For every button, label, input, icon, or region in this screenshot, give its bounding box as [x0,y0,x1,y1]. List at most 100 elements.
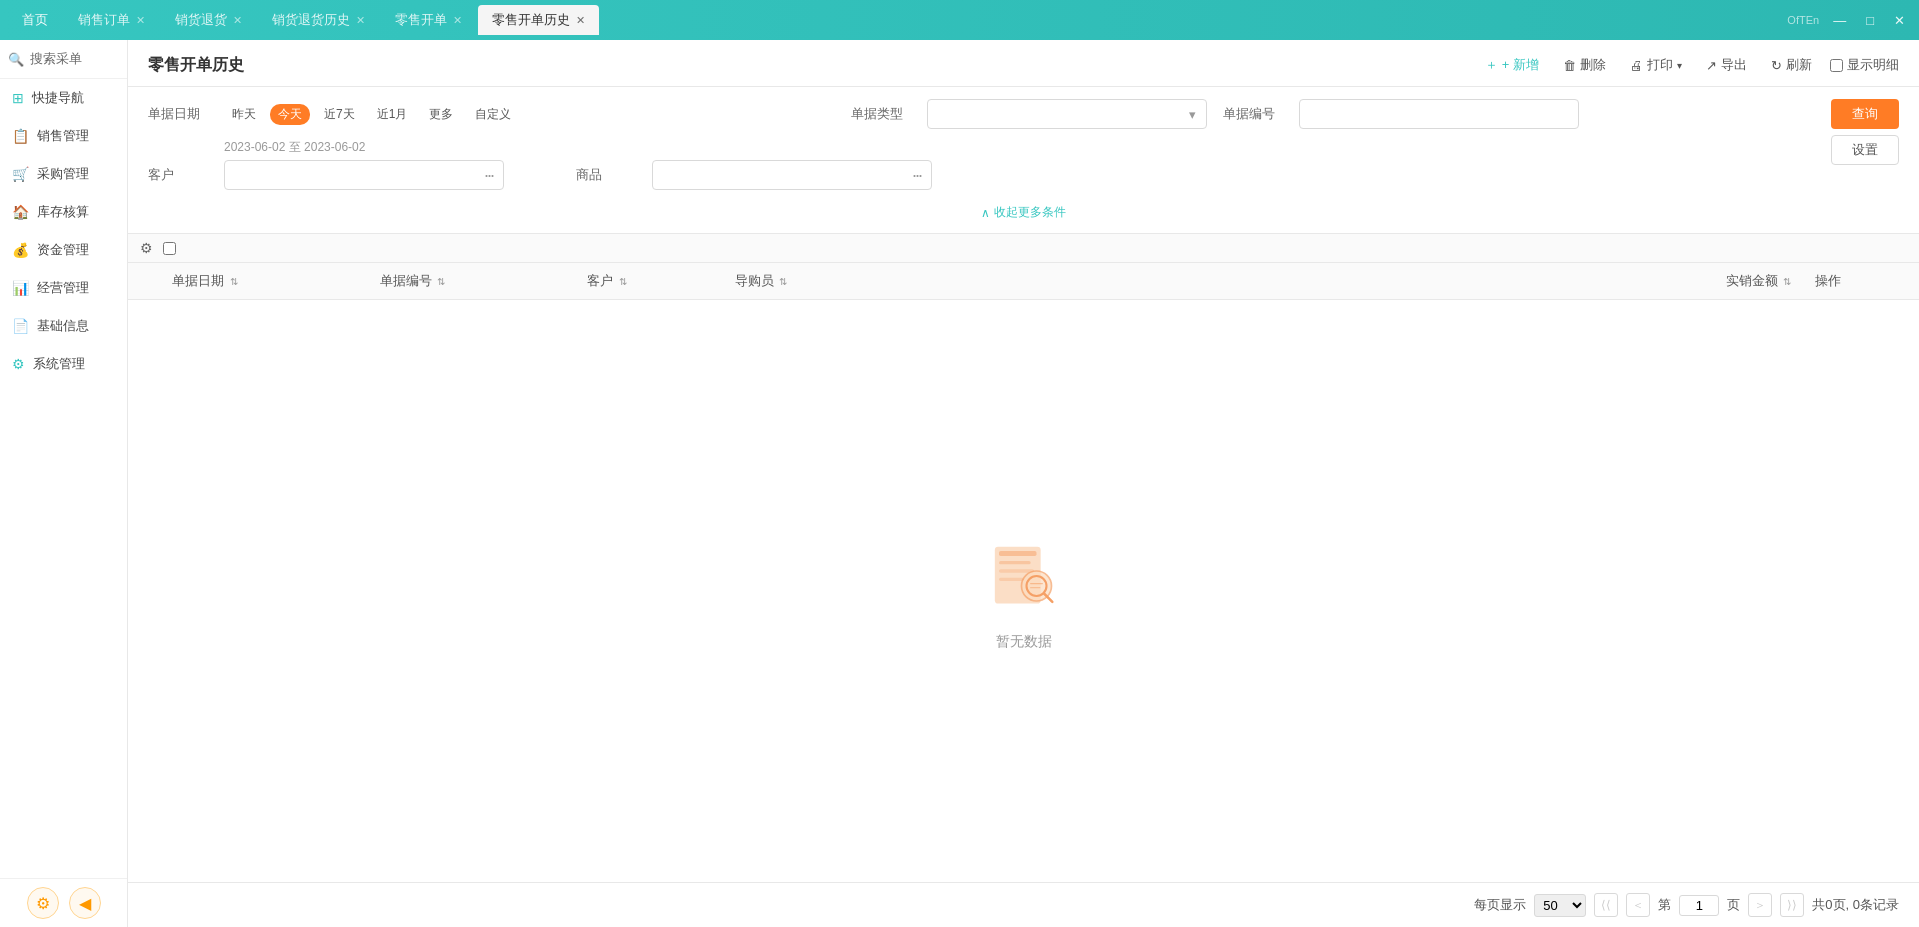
date-opt-today[interactable]: 今天 [270,104,310,125]
svg-rect-4 [999,578,1024,581]
data-table: 单据日期 ⇅ 单据编号 ⇅ 客户 ⇅ 导购员 ⇅ [128,263,1919,300]
close-window-btn[interactable]: ✕ [1888,13,1911,28]
close-sales-return-history-icon[interactable]: ✕ [356,14,365,27]
sort-guide-icon[interactable]: ⇅ [779,276,787,287]
date-opt-more[interactable]: 更多 [421,104,461,125]
page-suffix: 页 [1727,896,1740,914]
table-header-row: 单据日期 ⇅ 单据编号 ⇅ 客户 ⇅ 导购员 ⇅ [128,263,1919,300]
sidebar-bottom: ⚙ ◀ [0,878,127,927]
filter-actions: 查询 设置 [1831,99,1899,165]
content-area: 零售开单历史 ＋ + 新增 🗑 删除 🖨 打印 ▾ ↗ 导出 [128,40,1919,927]
sidebar-item-sales-mgmt[interactable]: 📋 销售管理 [0,117,127,155]
system-icon: ⚙ [12,356,25,372]
delete-icon: 🗑 [1563,58,1576,73]
date-label: 单据日期 [148,105,208,123]
doc-type-dropdown-icon: ▾ [1189,107,1196,122]
product-dots: ··· [912,165,921,186]
sort-amount-icon[interactable]: ⇅ [1783,276,1791,287]
select-all-checkbox[interactable] [163,242,176,255]
sidebar-item-quick-nav[interactable]: ⊞ 快捷导航 [0,79,127,117]
sort-date-icon[interactable]: ⇅ [230,276,238,287]
product-label: 商品 [576,166,636,184]
no-data-illustration [974,531,1074,621]
tab-retail-open[interactable]: 零售开单 ✕ [381,5,476,35]
th-date: 单据日期 ⇅ [160,263,368,300]
delete-button[interactable]: 🗑 删除 [1557,52,1612,78]
th-action: 操作 [1803,263,1919,300]
tab-retail-open-history[interactable]: 零售开单历史 ✕ [478,5,599,35]
first-page-btn[interactable]: ⟨⟨ [1594,893,1618,917]
page-header: 零售开单历史 ＋ + 新增 🗑 删除 🖨 打印 ▾ ↗ 导出 [128,40,1919,87]
close-retail-open-icon[interactable]: ✕ [453,14,462,27]
table-area: ⚙ 单据日期 ⇅ 单据编号 ⇅ [128,234,1919,882]
close-sales-return-icon[interactable]: ✕ [233,14,242,27]
no-data-text: 暂无数据 [996,633,1052,651]
minimize-btn[interactable]: — [1827,13,1852,28]
settings-bottom-btn[interactable]: ⚙ [27,887,59,919]
date-opt-7days[interactable]: 近7天 [316,104,363,125]
close-sales-order-icon[interactable]: ✕ [136,14,145,27]
customer-label: 客户 [148,166,208,184]
brand-text: OfTEn [1787,14,1819,26]
customer-input[interactable]: ··· [224,160,504,190]
table-settings-icon[interactable]: ⚙ [140,240,153,256]
collapse-bar[interactable]: ∧ 收起更多条件 [148,200,1899,221]
filter-settings-button[interactable]: 设置 [1831,135,1899,165]
sidebar-item-operations[interactable]: 📊 经营管理 [0,269,127,307]
doc-type-select[interactable]: ▾ [927,99,1207,129]
date-opt-yesterday[interactable]: 昨天 [224,104,264,125]
maximize-btn[interactable]: □ [1860,13,1880,28]
sort-no-icon[interactable]: ⇅ [437,276,445,287]
table-toolbar: ⚙ [128,234,1919,263]
show-detail-input[interactable] [1830,59,1843,72]
refresh-button[interactable]: ↻ 刷新 [1765,52,1818,78]
sidebar: 🔍 搜索采单 ⊞ 快捷导航 📋 销售管理 🛒 采购管理 🏠 库存核算 💰 资金管… [0,40,128,927]
basic-info-icon: 📄 [12,318,29,334]
close-retail-open-history-icon[interactable]: ✕ [576,14,585,27]
print-button[interactable]: 🖨 打印 ▾ [1624,52,1688,78]
last-page-btn[interactable]: ⟩⟩ [1780,893,1804,917]
refresh-icon: ↻ [1771,58,1782,73]
sidebar-item-inventory[interactable]: 🏠 库存核算 [0,193,127,231]
export-button[interactable]: ↗ 导出 [1700,52,1753,78]
date-options: 昨天 今天 近7天 近1月 更多 自定义 [224,104,519,125]
product-input[interactable]: ··· [652,160,932,190]
date-opt-custom[interactable]: 自定义 [467,104,519,125]
pagination: 每页显示 50 100 200 ⟨⟨ ＜ 第 页 ＞ ⟩⟩ 共0页, 0条记录 [128,882,1919,927]
collapse-sidebar-btn[interactable]: ◀ [69,887,101,919]
top-nav: 首页 销售订单 ✕ 销货退货 ✕ 销货退货历史 ✕ 零售开单 ✕ 零售开单历史 … [0,0,1919,40]
th-customer: 客户 ⇅ [575,263,722,300]
per-page-select[interactable]: 50 100 200 [1534,894,1586,917]
svg-rect-1 [999,551,1037,556]
sidebar-item-basic-info[interactable]: 📄 基础信息 [0,307,127,345]
th-checkbox [128,263,160,300]
page-input[interactable] [1679,895,1719,916]
add-button[interactable]: ＋ + 新增 [1479,52,1545,78]
print-icon: 🖨 [1630,58,1643,73]
sidebar-search[interactable]: 🔍 搜索采单 [0,40,127,79]
per-page-label: 每页显示 [1474,896,1526,914]
tab-sales-return-history[interactable]: 销货退货历史 ✕ [258,5,379,35]
page-label: 第 [1658,896,1671,914]
inventory-icon: 🏠 [12,204,29,220]
tab-sales-return[interactable]: 销货退货 ✕ [161,5,256,35]
tab-home[interactable]: 首页 [8,5,62,35]
doc-no-input[interactable] [1299,99,1579,129]
page-title: 零售开单历史 [148,55,244,76]
no-data-area: 暂无数据 [128,300,1919,882]
next-page-btn[interactable]: ＞ [1748,893,1772,917]
show-detail-checkbox[interactable]: 显示明细 [1830,56,1899,74]
export-icon: ↗ [1706,58,1717,73]
window-controls: OfTEn — □ ✕ [1787,13,1911,28]
sort-customer-icon[interactable]: ⇅ [619,276,627,287]
query-button[interactable]: 查询 [1831,99,1899,129]
tab-sales-order[interactable]: 销售订单 ✕ [64,5,159,35]
sidebar-item-finance[interactable]: 💰 资金管理 [0,231,127,269]
collapse-up-icon: ∧ [981,206,990,220]
sidebar-item-purchase-mgmt[interactable]: 🛒 采购管理 [0,155,127,193]
customer-dots: ··· [484,165,493,186]
prev-page-btn[interactable]: ＜ [1626,893,1650,917]
quick-nav-icon: ⊞ [12,90,24,106]
sidebar-item-system[interactable]: ⚙ 系统管理 [0,345,127,383]
date-opt-1month[interactable]: 近1月 [369,104,416,125]
